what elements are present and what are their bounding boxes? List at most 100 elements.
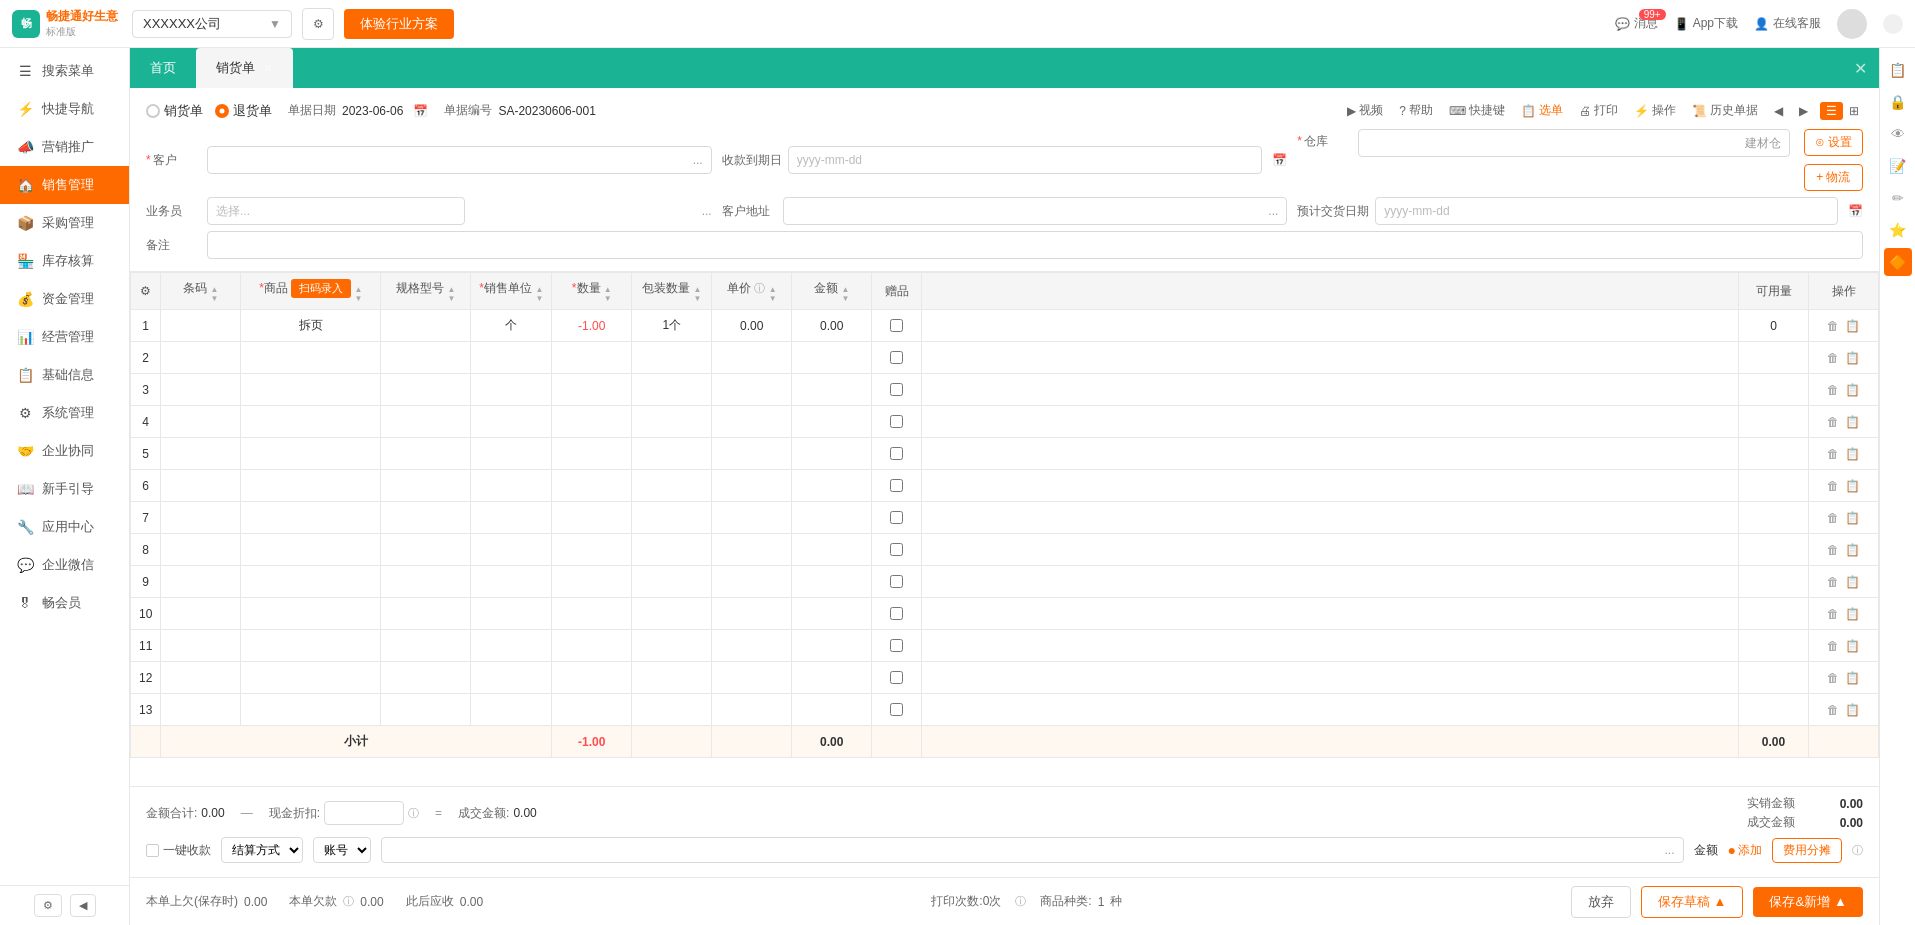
delete-row-icon[interactable]: 🗑 [1827,607,1839,621]
right-panel-lock-btn[interactable]: 🔒 [1884,88,1912,116]
copy-row-icon[interactable]: 📋 [1845,383,1860,397]
one-click-payment-label[interactable]: 一键收款 [146,842,211,859]
nav-next-btn[interactable]: ▶ [1795,102,1812,120]
sidebar-item-business[interactable]: 📊 经营管理 [0,318,129,356]
delete-row-icon[interactable]: 🗑 [1827,575,1839,589]
due-date-input[interactable] [788,146,1263,174]
sidebar-item-wecom[interactable]: 💬 企业微信 [0,546,129,584]
select-order-btn[interactable]: 📋 选单 [1517,100,1567,121]
sidebar-collapse-btn[interactable]: ◀ [70,894,96,917]
delete-row-icon[interactable]: 🗑 [1827,703,1839,717]
sort-amount[interactable]: ▲▼ [842,285,850,303]
row-spec-1[interactable] [381,310,471,342]
user-avatar-small[interactable] [1883,14,1903,34]
sidebar-item-shortcut[interactable]: ⚡ 快捷导航 [0,90,129,128]
copy-row-icon[interactable]: 📋 [1845,639,1860,653]
sort-barcode[interactable]: ▲▼ [211,285,219,303]
save-new-button[interactable]: 保存&新增 ▲ [1753,887,1863,917]
list-view-btn[interactable]: ☰ [1820,102,1843,120]
company-selector[interactable]: XXXXXX公司 ▼ [132,10,292,38]
delete-row-icon[interactable]: 🗑 [1827,639,1839,653]
tab-sale-order[interactable]: 销货单 ✕ [196,48,293,88]
order-owe-info-icon[interactable]: ⓘ [343,894,354,909]
copy-row-icon[interactable]: 📋 [1845,319,1860,333]
app-download-btn[interactable]: 📱 App下载 [1674,15,1738,32]
price-info-icon[interactable]: ⓘ [754,282,765,294]
sidebar-item-system[interactable]: ⚙ 系统管理 [0,394,129,432]
account-dots[interactable]: ... [381,837,1684,863]
row-barcode-1[interactable] [161,310,241,342]
right-panel-pencil-btn[interactable]: ✏ [1884,184,1912,212]
history-btn[interactable]: 📜 历史单据 [1688,100,1762,121]
online-service-btn[interactable]: 👤 在线客服 [1754,15,1821,32]
help-btn[interactable]: ? 帮助 [1395,100,1437,121]
delete-row-icon[interactable]: 🗑 [1827,447,1839,461]
discard-button[interactable]: 放弃 [1571,886,1631,918]
row-gift-1[interactable] [872,310,922,342]
delete-row-icon[interactable]: 🗑 [1827,319,1839,333]
sidebar-item-member[interactable]: 🎖 畅会员 [0,584,129,622]
sort-price[interactable]: ▲▼ [769,285,777,303]
customer-input[interactable]: ... [207,146,712,174]
warehouse-input[interactable]: 建材仓 [1358,129,1789,157]
sidebar-item-basic-info[interactable]: 📋 基础信息 [0,356,129,394]
settlement-method-select[interactable]: 结算方式 [221,837,303,863]
copy-row-icon[interactable]: 📋 [1845,607,1860,621]
row-price-1[interactable]: 0.00 [712,310,792,342]
tab-close-icon[interactable]: ✕ [263,61,273,75]
message-btn[interactable]: 💬 消息 99+ [1615,15,1658,32]
sidebar-item-sales[interactable]: 🏠 销售管理 [0,166,129,204]
settings-button[interactable]: ⊙ 设置 [1804,129,1863,156]
sidebar-item-cooperation[interactable]: 🤝 企业协同 [0,432,129,470]
delivery-date-input[interactable] [1375,197,1838,225]
delete-row-icon[interactable]: 🗑 [1827,415,1839,429]
tab-home[interactable]: 首页 [130,48,196,88]
video-help-btn[interactable]: ▶ 视频 [1343,100,1387,121]
delete-row-icon[interactable]: 🗑 [1827,479,1839,493]
delete-row-icon[interactable]: 🗑 [1827,351,1839,365]
row-amount-1[interactable]: 0.00 [792,310,872,342]
sort-spec[interactable]: ▲▼ [448,285,456,303]
sidebar-settings-btn[interactable]: ⚙ [34,894,62,917]
sort-product[interactable]: ▲▼ [355,285,363,303]
copy-row-icon[interactable]: 📋 [1845,415,1860,429]
date-calendar-icon[interactable]: 📅 [413,104,428,118]
table-container[interactable]: ⚙ 条码 ▲▼ *商品 扫码录入 ▲▼ [130,272,1879,786]
expense-split-btn[interactable]: 费用分摊 [1772,838,1842,863]
due-date-calendar-icon[interactable]: 📅 [1272,153,1287,167]
discount-info-icon[interactable]: ⓘ [408,806,419,821]
address-input[interactable]: ... [783,197,1288,225]
col-setting[interactable]: ⚙ [131,273,161,310]
sidebar-item-guide[interactable]: 📖 新手引导 [0,470,129,508]
nav-prev-btn[interactable]: ◀ [1770,102,1787,120]
copy-row-icon[interactable]: 📋 [1845,447,1860,461]
right-panel-star-btn[interactable]: ⭐ [1884,216,1912,244]
save-draft-button[interactable]: 保存草稿 ▲ [1641,886,1744,918]
row-qty-1[interactable]: -1.00 [552,310,632,342]
sort-pkg-qty[interactable]: ▲▼ [694,285,702,303]
add-payment-btn[interactable]: ● 添加 [1728,842,1762,859]
copy-row-icon[interactable]: 📋 [1845,543,1860,557]
remarks-input[interactable] [207,231,1863,259]
sort-qty[interactable]: ▲▼ [604,285,612,303]
right-panel-edit-btn[interactable]: 📝 [1884,152,1912,180]
sort-unit[interactable]: ▲▼ [535,285,543,303]
print-btn[interactable]: 🖨 打印 [1575,100,1622,121]
copy-row-icon[interactable]: 📋 [1845,575,1860,589]
copy-row-icon[interactable]: 📋 [1845,703,1860,717]
salesperson-dots[interactable]: ... [471,197,711,225]
copy-row-icon[interactable]: 📋 [1845,671,1860,685]
radio-return-order[interactable]: 退货单 [215,102,272,120]
account-select[interactable]: 账号 [313,837,371,863]
discount-input[interactable] [324,801,404,825]
user-avatar[interactable] [1837,9,1867,39]
sidebar-item-marketing[interactable]: 📣 营销推广 [0,128,129,166]
expense-info-icon[interactable]: ⓘ [1852,843,1863,858]
shortcut-btn[interactable]: ⌨ 快捷键 [1445,100,1509,121]
row-notes-1[interactable] [922,310,1739,342]
delete-row-icon[interactable]: 🗑 [1827,671,1839,685]
print-info-icon[interactable]: ⓘ [1015,894,1026,909]
right-panel-orange-btn[interactable]: 🔶 [1884,248,1912,276]
logistics-button[interactable]: + 物流 [1804,164,1863,191]
scan-btn[interactable]: 扫码录入 [291,279,351,298]
